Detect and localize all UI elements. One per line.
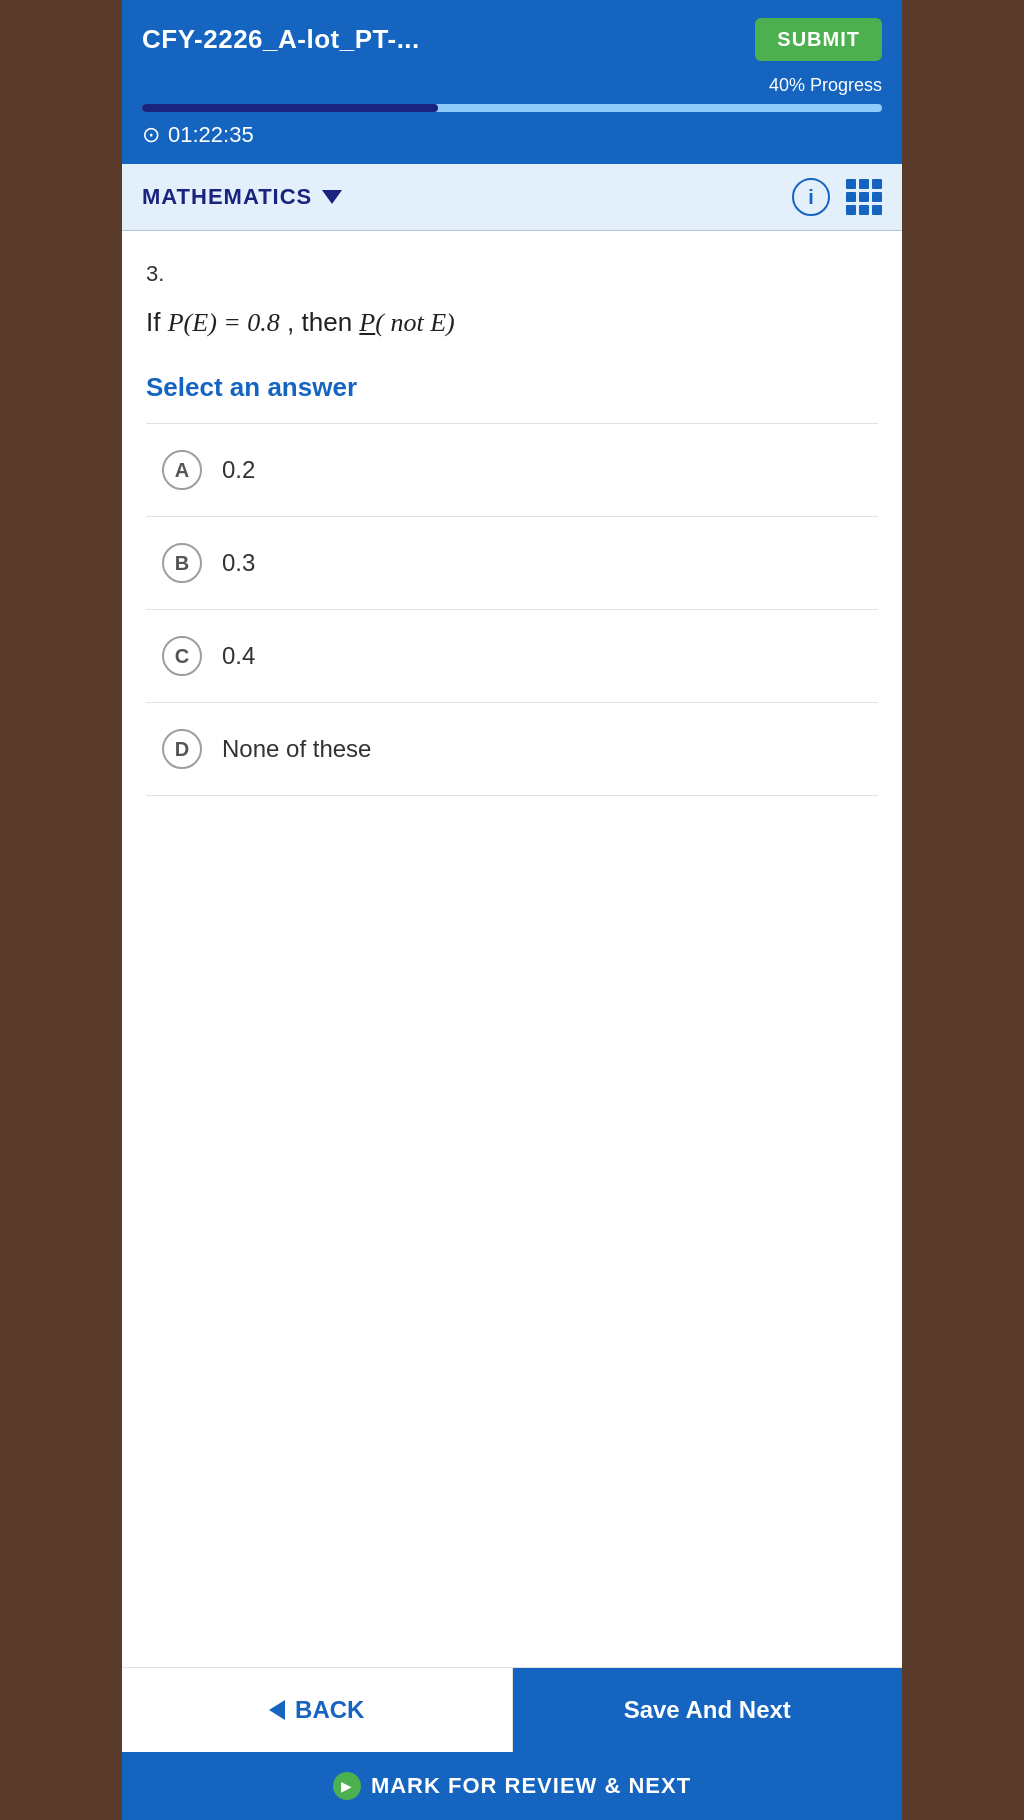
progress-row: 40% Progress	[142, 75, 882, 96]
back-chevron-icon	[269, 1700, 285, 1720]
back-label: BACK	[295, 1696, 364, 1724]
grid-dot	[846, 192, 856, 202]
info-icon[interactable]: i	[792, 178, 830, 216]
option-a-text: 0.2	[222, 456, 255, 484]
progress-bar-fill	[142, 104, 438, 112]
grid-dot	[846, 179, 856, 189]
exam-title: CFY-2226_A-lot_PT-...	[142, 24, 420, 55]
dropdown-arrow-icon	[322, 190, 342, 204]
options-list: A 0.2 B 0.3 C 0.4 D None of these	[146, 423, 878, 796]
submit-button[interactable]: SUBMIT	[755, 18, 882, 61]
grid-dot	[859, 192, 869, 202]
info-icon-label: i	[808, 186, 814, 209]
mark-review-bar[interactable]: MARK FOR REVIEW & NEXT	[122, 1752, 902, 1820]
progress-bar-container	[142, 104, 882, 112]
question-number: 3.	[146, 261, 878, 287]
header: CFY-2226_A-lot_PT-... SUBMIT 40% Progres…	[122, 0, 902, 164]
question-text: If P(E) = 0.8 , then P( not E)	[146, 303, 878, 342]
subject-label: MATHEMATICS	[142, 184, 312, 210]
timer-row: ⊙ 01:22:35	[142, 122, 882, 148]
question-prefix: If	[146, 307, 168, 337]
select-answer-label: Select an answer	[146, 372, 878, 403]
grid-icon[interactable]	[846, 179, 882, 215]
option-d[interactable]: D None of these	[146, 703, 878, 796]
save-next-button[interactable]: Save And Next	[513, 1668, 903, 1752]
grid-dot	[872, 205, 882, 215]
phone-container: CFY-2226_A-lot_PT-... SUBMIT 40% Progres…	[122, 0, 902, 1820]
toolbar-icons: i	[792, 178, 882, 216]
option-a-circle: A	[162, 450, 202, 490]
question-math2: P( not E)	[359, 308, 454, 337]
option-b[interactable]: B 0.3	[146, 517, 878, 610]
question-math1: P(E) = 0.8	[168, 308, 280, 337]
back-button[interactable]: BACK	[122, 1668, 513, 1752]
option-c-circle: C	[162, 636, 202, 676]
grid-dot	[872, 192, 882, 202]
option-b-circle: B	[162, 543, 202, 583]
header-top: CFY-2226_A-lot_PT-... SUBMIT	[142, 18, 882, 61]
option-d-circle: D	[162, 729, 202, 769]
grid-dot	[859, 205, 869, 215]
grid-dot	[872, 179, 882, 189]
mark-review-label: MARK FOR REVIEW & NEXT	[371, 1773, 691, 1799]
subject-selector[interactable]: MATHEMATICS	[142, 184, 342, 210]
option-a[interactable]: A 0.2	[146, 423, 878, 517]
toolbar: MATHEMATICS i	[122, 164, 902, 231]
timer-display: 01:22:35	[168, 122, 254, 148]
option-c-text: 0.4	[222, 642, 255, 670]
timer-icon: ⊙	[142, 122, 160, 148]
option-d-text: None of these	[222, 735, 371, 763]
grid-dot	[846, 205, 856, 215]
progress-label: 40% Progress	[769, 75, 882, 96]
grid-dot	[859, 179, 869, 189]
option-b-text: 0.3	[222, 549, 255, 577]
bottom-buttons: BACK Save And Next	[122, 1667, 902, 1752]
option-c[interactable]: C 0.4	[146, 610, 878, 703]
mark-review-icon	[333, 1772, 361, 1800]
question-area: 3. If P(E) = 0.8 , then P( not E) Select…	[122, 231, 902, 1667]
question-mid: , then	[287, 307, 359, 337]
